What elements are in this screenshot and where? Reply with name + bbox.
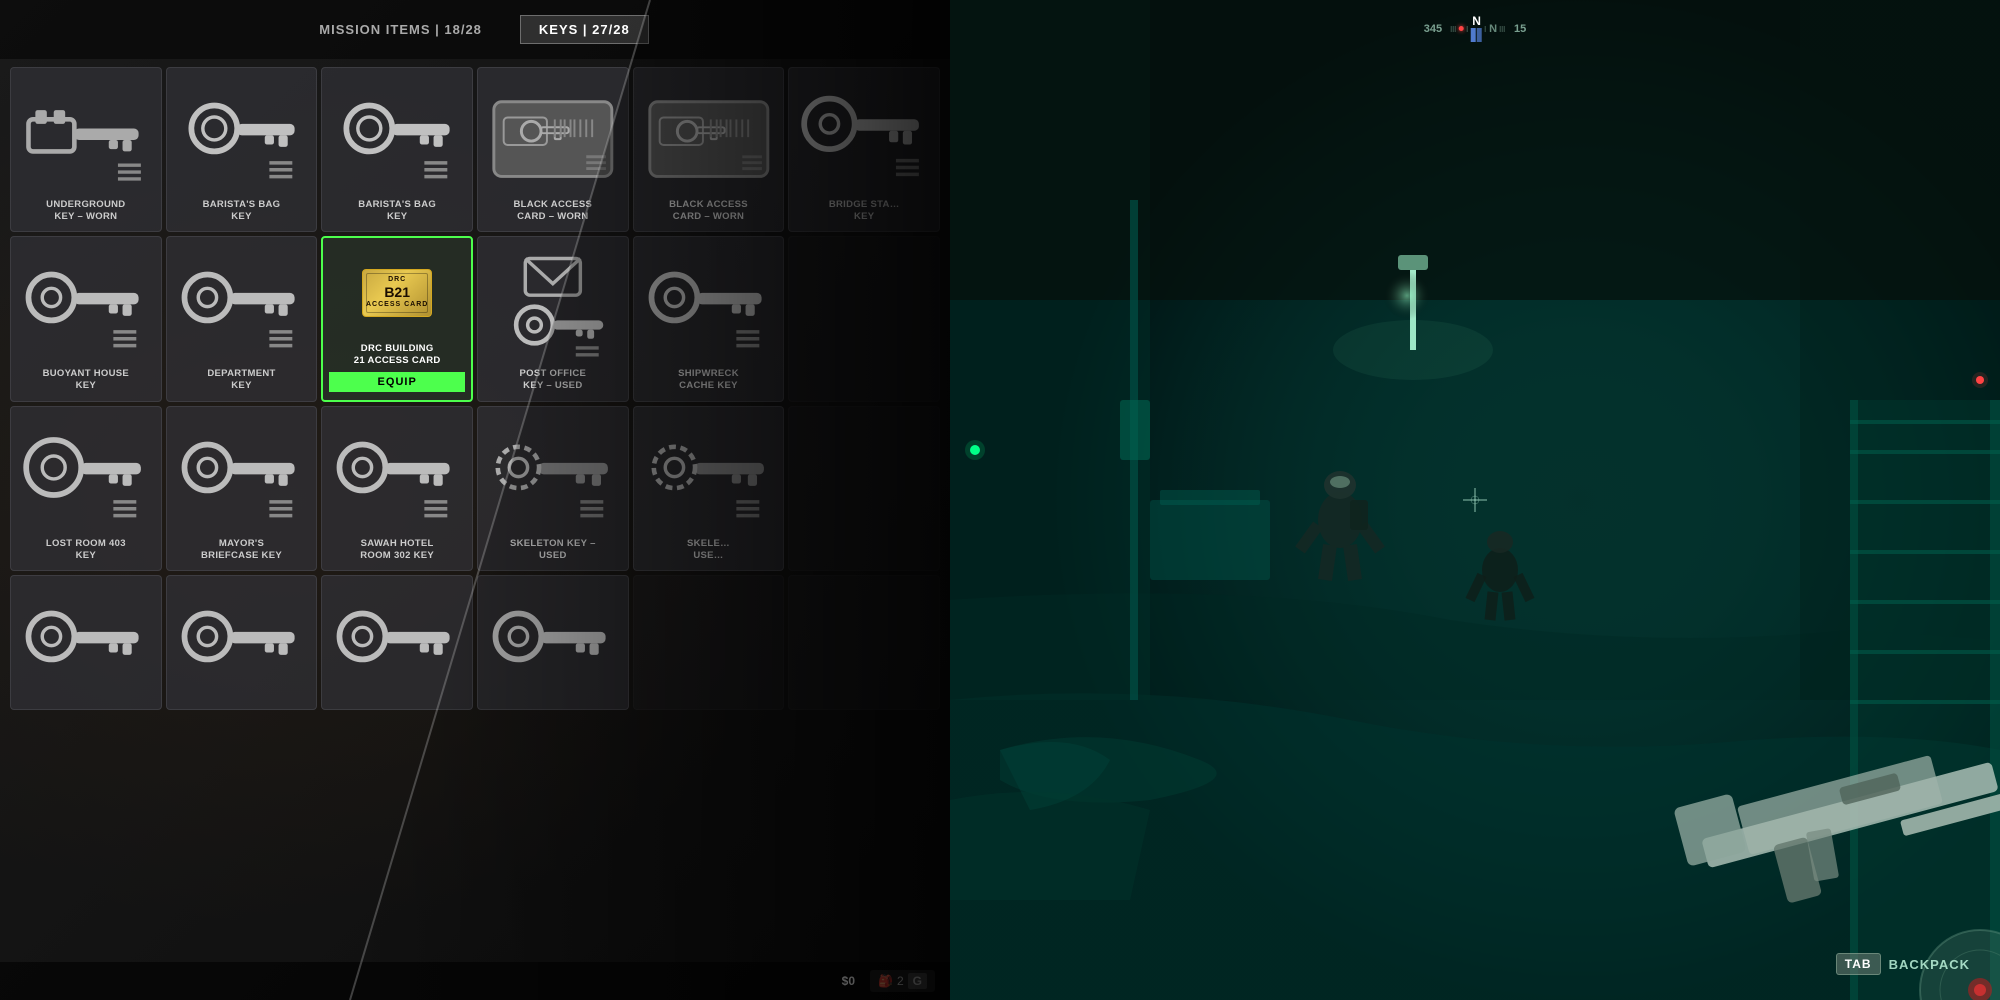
item-row4-5	[633, 575, 785, 710]
keys-tab[interactable]: KEYS | 27/28	[520, 15, 649, 44]
item-icon	[328, 417, 466, 532]
item-row4-3[interactable]	[321, 575, 473, 710]
item-label: SKELE…USE…	[687, 538, 730, 563]
game-panel: 345 N N 15	[950, 0, 2000, 1000]
item-label: MAYOR'SBRIEFCASE KEY	[201, 538, 282, 563]
item-icon	[17, 586, 155, 701]
item-key-label: G	[908, 973, 927, 989]
item-label: BLACK ACCESSCARD – WORN	[669, 199, 748, 224]
items-grid: UNDERGROUNDKEY – WORN BARISTA'S BAGKEY	[0, 59, 950, 718]
item-label: LOST ROOM 403KEY	[46, 538, 126, 563]
drc-card: DRC B21 ACCESS CARD	[362, 269, 432, 317]
item-icon	[328, 586, 466, 701]
item-baristas-bag-key-2[interactable]: BARISTA'S BAGKEY	[321, 67, 473, 232]
backpack-label: BACKPACK	[1889, 957, 1970, 972]
item-icon	[17, 247, 155, 362]
item-black-access-card-2[interactable]: BLACK ACCESSCARD – WORN	[633, 67, 785, 232]
inventory-header: MISSION ITEMS | 18/28 KEYS | 27/28	[0, 0, 950, 59]
inventory-panel: MISSION ITEMS | 18/28 KEYS | 27/28	[0, 0, 950, 1000]
item-icon: DRC B21 ACCESS CARD	[329, 248, 465, 337]
item-underground-key[interactable]: UNDERGROUNDKEY – WORN	[10, 67, 162, 232]
item-skeleton-key-2[interactable]: SKELE…USE…	[633, 406, 785, 571]
item-mayors-briefcase[interactable]: MAYOR'SBRIEFCASE KEY	[166, 406, 318, 571]
bottom-hud: $0 🎒 2 G	[0, 962, 950, 1000]
item-icon	[173, 78, 311, 193]
item-icon	[484, 586, 622, 701]
item-label: BUOYANT HOUSEKEY	[43, 368, 129, 393]
item-row4-4[interactable]	[477, 575, 629, 710]
item-label: POST OFFICEKEY – USED	[520, 368, 587, 393]
item-empty-row2-6	[788, 236, 940, 401]
compass-north: N	[1472, 15, 1481, 27]
item-icon	[173, 417, 311, 532]
item-shipwreck-cache-key[interactable]: SHIPWRECKCACHE KEY	[633, 236, 785, 401]
item-label: BARISTA'S BAGKEY	[358, 199, 436, 224]
item-drc-building-21[interactable]: DRC B21 ACCESS CARD DRC BUILDING21 ACCES…	[321, 236, 473, 401]
item-label: SAWAH HOTELROOM 302 KEY	[360, 538, 434, 563]
item-buoyant-house-key[interactable]: BUOYANT HOUSEKEY	[10, 236, 162, 401]
item-icon	[328, 78, 466, 193]
item-count: 2	[897, 974, 904, 988]
item-icon	[173, 586, 311, 701]
item-baristas-bag-key-1[interactable]: BARISTA'S BAGKEY	[166, 67, 318, 232]
mission-items-tab[interactable]: MISSION ITEMS | 18/28	[301, 16, 500, 43]
item-icon	[484, 417, 622, 532]
item-icon	[640, 78, 778, 193]
item-skeleton-key-1[interactable]: SKELETON KEY –USED	[477, 406, 629, 571]
item-lost-room-403[interactable]: LOST ROOM 403KEY	[10, 406, 162, 571]
item-black-access-card-1[interactable]: BLACK ACCESSCARD – WORN	[477, 67, 629, 232]
backpack-indicator: TAB BACKPACK	[1836, 953, 1970, 975]
backpack-icon: 🎒	[878, 974, 893, 988]
item-icon	[484, 78, 622, 193]
item-row4-2[interactable]	[166, 575, 318, 710]
item-sawah-hotel-302[interactable]: SAWAH HOTELROOM 302 KEY	[321, 406, 473, 571]
item-post-office-key[interactable]: POST OFFICEKEY – USED	[477, 236, 629, 401]
hud-money: $0	[842, 974, 855, 988]
item-icon	[173, 247, 311, 362]
hud-item-icon: 🎒 2 G	[870, 970, 935, 992]
item-icon	[640, 247, 778, 362]
item-icon	[17, 417, 155, 532]
tab-key-label: TAB	[1836, 953, 1881, 975]
item-department-key[interactable]: DEPARTMENTKEY	[166, 236, 318, 401]
item-icon	[795, 78, 933, 193]
item-bridge-sta-key[interactable]: BRIDGE STA…KEY	[788, 67, 940, 232]
degree-right: 15	[1514, 23, 1526, 35]
compass-north-2: N	[1489, 23, 1497, 35]
item-row4-6	[788, 575, 940, 710]
item-label: SKELETON KEY –USED	[510, 538, 596, 563]
degree-left: 345	[1424, 23, 1442, 35]
item-label: SHIPWRECKCACHE KEY	[678, 368, 739, 393]
equip-button[interactable]: EQUIP	[329, 372, 465, 392]
item-label: BLACK ACCESSCARD – WORN	[513, 199, 592, 224]
item-label: UNDERGROUNDKEY – WORN	[46, 199, 125, 224]
item-row4-1[interactable]	[10, 575, 162, 710]
item-icon	[484, 247, 622, 362]
item-empty-row3-6	[788, 406, 940, 571]
item-icon	[640, 417, 778, 532]
item-label: DRC BUILDING21 ACCESS CARD	[354, 343, 441, 368]
item-label: BRIDGE STA…KEY	[829, 199, 900, 224]
item-label: DEPARTMENTKEY	[207, 368, 275, 393]
item-label: BARISTA'S BAGKEY	[203, 199, 281, 224]
compass: 345 N N 15	[1424, 15, 1527, 42]
item-icon	[17, 78, 155, 193]
